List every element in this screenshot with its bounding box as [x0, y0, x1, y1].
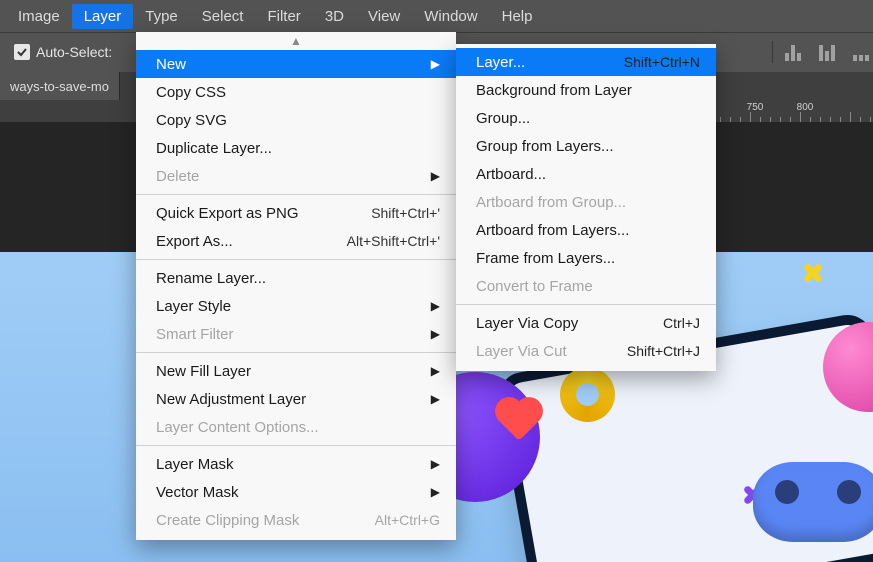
submenu-arrow-icon: ▶ [431, 392, 440, 406]
layer-menu-layer-style[interactable]: Layer Style ▶ [136, 292, 456, 320]
layer-menu-clipping-mask[interactable]: Create Clipping Mask Alt+Ctrl+G [136, 506, 456, 534]
submenu-arrow-icon: ▶ [431, 485, 440, 499]
layer-menu-duplicate[interactable]: Duplicate Layer... [136, 134, 456, 162]
new-artboard-from-layers[interactable]: Artboard from Layers... [456, 216, 716, 244]
submenu-arrow-icon: ▶ [431, 299, 440, 313]
canvas-art-game-controller [753, 462, 873, 542]
layer-menu-new-fill[interactable]: New Fill Layer ▶ [136, 357, 456, 385]
new-artboard-from-group[interactable]: Artboard from Group... [456, 188, 716, 216]
menu-separator [136, 259, 456, 260]
auto-select-checkbox[interactable] [14, 44, 30, 60]
canvas-art-yellow-cross [800, 260, 826, 286]
menubar: Image Layer Type Select Filter 3D View W… [0, 0, 873, 33]
layer-menu-new-adjustment[interactable]: New Adjustment Layer ▶ [136, 385, 456, 413]
layer-menu-new[interactable]: New ▶ [136, 50, 456, 78]
new-layer-item[interactable]: Layer... Shift+Ctrl+N [456, 48, 716, 76]
new-background-from-layer[interactable]: Background from Layer [456, 76, 716, 104]
menu-separator [136, 194, 456, 195]
menu-type[interactable]: Type [133, 4, 190, 29]
menu-separator [136, 445, 456, 446]
layer-menu-rename[interactable]: Rename Layer... [136, 264, 456, 292]
options-separator [772, 41, 773, 63]
layer-menu-delete[interactable]: Delete ▶ [136, 162, 456, 190]
menu-window[interactable]: Window [412, 4, 489, 29]
align-icon-2[interactable] [819, 43, 843, 61]
menu-3d[interactable]: 3D [313, 4, 356, 29]
auto-select-label: Auto-Select: [36, 44, 112, 60]
menu-filter[interactable]: Filter [255, 4, 312, 29]
align-icon-3[interactable] [853, 43, 873, 61]
submenu-arrow-icon: ▶ [431, 169, 440, 183]
menu-scroll-up-icon[interactable]: ▲ [136, 36, 456, 50]
document-tab[interactable]: ways-to-save-mo [0, 72, 120, 100]
layer-menu-content-options[interactable]: Layer Content Options... [136, 413, 456, 441]
canvas-art-yellow-donut [560, 367, 615, 422]
new-layer-via-cut[interactable]: Layer Via Cut Shift+Ctrl+J [456, 337, 716, 365]
submenu-arrow-icon: ▶ [431, 364, 440, 378]
new-frame-from-layers[interactable]: Frame from Layers... [456, 244, 716, 272]
layer-menu-quick-export[interactable]: Quick Export as PNG Shift+Ctrl+' [136, 199, 456, 227]
menu-separator [136, 352, 456, 353]
new-convert-to-frame[interactable]: Convert to Frame [456, 272, 716, 300]
submenu-arrow-icon: ▶ [431, 327, 440, 341]
menu-image[interactable]: Image [6, 4, 72, 29]
new-group[interactable]: Group... [456, 104, 716, 132]
layer-menu-copy-svg[interactable]: Copy SVG [136, 106, 456, 134]
layer-menu-layer-mask[interactable]: Layer Mask ▶ [136, 450, 456, 478]
menu-separator [456, 304, 716, 305]
layer-menu-copy-css[interactable]: Copy CSS [136, 78, 456, 106]
menu-layer[interactable]: Layer [72, 4, 134, 29]
layer-menu-smart-filter[interactable]: Smart Filter ▶ [136, 320, 456, 348]
layer-menu-export-as[interactable]: Export As... Alt+Shift+Ctrl+' [136, 227, 456, 255]
layer-menu-vector-mask[interactable]: Vector Mask ▶ [136, 478, 456, 506]
new-group-from-layers[interactable]: Group from Layers... [456, 132, 716, 160]
submenu-arrow-icon: ▶ [431, 57, 440, 71]
new-submenu-panel: Layer... Shift+Ctrl+N Background from La… [456, 44, 716, 371]
menu-view[interactable]: View [356, 4, 412, 29]
menu-select[interactable]: Select [190, 4, 256, 29]
submenu-arrow-icon: ▶ [431, 457, 440, 471]
new-layer-via-copy[interactable]: Layer Via Copy Ctrl+J [456, 309, 716, 337]
layer-menu-panel: ▲ New ▶ Copy CSS Copy SVG Duplicate Laye… [136, 32, 456, 540]
align-icon-1[interactable] [785, 43, 809, 61]
new-artboard[interactable]: Artboard... [456, 160, 716, 188]
menu-help[interactable]: Help [490, 4, 545, 29]
